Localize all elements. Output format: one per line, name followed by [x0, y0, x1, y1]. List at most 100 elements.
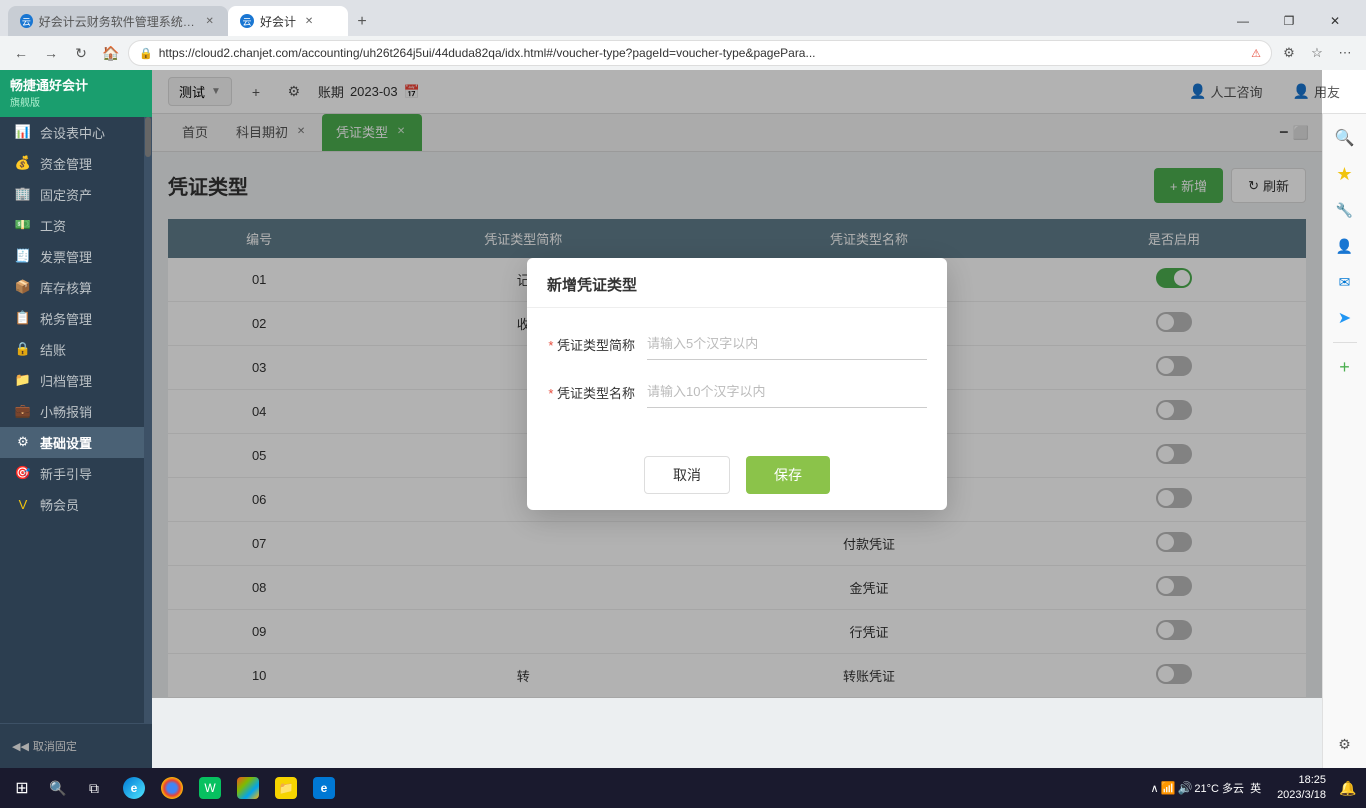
closing-icon: 🔒: [14, 340, 32, 358]
sidebar-item-finance[interactable]: 💰 资金管理: [0, 148, 152, 179]
clock-date: 2023/3/18: [1277, 788, 1326, 803]
full-name-row: 凭证类型名称: [547, 376, 927, 408]
sidebar-item-invoice[interactable]: 🧾 发票管理: [0, 241, 152, 272]
notification-btn[interactable]: 🔔: [1334, 774, 1362, 802]
taskbar-clock: 18:25 2023/3/18: [1269, 773, 1334, 804]
dialog-title: 新增凭证类型: [547, 277, 637, 294]
settings-icon: ⚙: [14, 433, 32, 451]
full-name-label: 凭证类型名称: [547, 383, 647, 402]
sidebar-item-closing[interactable]: 🔒 结账: [0, 334, 152, 365]
security-indicator: ⚠: [1251, 47, 1261, 60]
sidebar-item-inventory[interactable]: 📦 库存核算: [0, 272, 152, 303]
close-btn[interactable]: ✕: [1312, 6, 1358, 36]
browser-tab-2[interactable]: 云 好会计 ✕: [228, 6, 348, 36]
wechat-icon: W: [199, 777, 221, 799]
edge-icon: e: [123, 777, 145, 799]
full-name-input[interactable]: [647, 376, 927, 408]
taskbar-edge2-btn[interactable]: e: [306, 770, 342, 806]
sidebar-item-label-invoice: 发票管理: [40, 247, 92, 266]
right-search-btn[interactable]: 🔍: [1329, 122, 1361, 154]
expense-icon: 💼: [14, 402, 32, 420]
tab-1-label: 好会计云财务软件管理系统_会计: [39, 13, 198, 30]
store-icon: [237, 777, 259, 799]
sidebar-item-label-settings: 基础设置: [40, 433, 92, 452]
start-btn[interactable]: ⊞: [4, 770, 40, 806]
right-settings-btn[interactable]: ⚙: [1329, 728, 1361, 760]
taskbar-wechat-btn[interactable]: W: [192, 770, 228, 806]
collapse-label: 取消固定: [33, 738, 77, 754]
add-voucher-dialog: 新增凭证类型 凭证类型简称 凭证类型名称 取消 保存: [527, 258, 947, 510]
right-plus-btn[interactable]: +: [1329, 351, 1361, 383]
sidebar-item-label-tax: 税务管理: [40, 309, 92, 328]
taskbar-store-btn[interactable]: [230, 770, 266, 806]
sidebar-collapse-btn[interactable]: ◀◀ 取消固定: [8, 732, 144, 760]
sidebar: 畅捷通好会计 旗舰版 📊 会设表中心 💰 资金管理 🏢 固定资产: [0, 70, 152, 768]
extensions-btn[interactable]: ⚙: [1276, 40, 1302, 66]
right-panel: 🔍 ★ 🔧 👤 ✉ ➤ + ⚙: [1322, 114, 1366, 768]
browser-controls: ← → ↻ 🏠 🔒 https://cloud2.chanjet.com/acc…: [0, 36, 1366, 70]
sidebar-nav: 📊 会设表中心 💰 资金管理 🏢 固定资产 💵 工资 🧾 发票管理: [0, 117, 152, 723]
sidebar-item-label-archive: 归档管理: [40, 371, 92, 390]
sidebar-item-label-dashboard: 会设表中心: [40, 123, 105, 142]
sidebar-item-fixed-assets[interactable]: 🏢 固定资产: [0, 179, 152, 210]
weather-display: 21°C 多云: [1194, 780, 1244, 796]
tab-2-favicon: 云: [240, 14, 254, 28]
sidebar-item-label-guide: 新手引导: [40, 464, 92, 483]
sidebar-item-payroll[interactable]: 💵 工资: [0, 210, 152, 241]
short-name-input[interactable]: [647, 328, 927, 360]
right-star-btn[interactable]: ★: [1329, 158, 1361, 190]
forward-btn[interactable]: →: [38, 40, 64, 66]
taskbar-edge-btn[interactable]: e: [116, 770, 152, 806]
refresh-btn[interactable]: ↻: [68, 40, 94, 66]
tab-bar: 云 好会计云财务软件管理系统_会计 ✕ 云 好会计 ✕ + — ❐ ✕: [0, 0, 1366, 36]
taskbar-files-btn[interactable]: 📁: [268, 770, 304, 806]
save-button[interactable]: 保存: [746, 456, 830, 494]
taskbar-chrome-btn[interactable]: [154, 770, 190, 806]
browser-tab-1[interactable]: 云 好会计云财务软件管理系统_会计 ✕: [8, 6, 228, 36]
sidebar-item-label-finance: 资金管理: [40, 154, 92, 173]
right-outlook-btn[interactable]: ✉: [1329, 266, 1361, 298]
tab-1-favicon: 云: [20, 14, 33, 28]
cancel-button[interactable]: 取消: [644, 456, 730, 494]
home-btn[interactable]: 🏠: [98, 40, 124, 66]
bookmark-btn[interactable]: ☆: [1304, 40, 1330, 66]
files-icon: 📁: [275, 777, 297, 799]
maximize-btn[interactable]: ❐: [1266, 6, 1312, 36]
language-indicator: 英: [1250, 780, 1261, 796]
tab-1-close[interactable]: ✕: [203, 14, 216, 28]
sidebar-item-settings[interactable]: ⚙ 基础设置: [0, 427, 152, 458]
right-arrow-btn[interactable]: ➤: [1329, 302, 1361, 334]
right-person-btn[interactable]: 👤: [1329, 230, 1361, 262]
sidebar-item-label-expense: 小畅报销: [40, 402, 92, 421]
taskbar-apps: e W 📁 e: [112, 770, 346, 806]
payroll-icon: 💵: [14, 216, 32, 234]
sidebar-bottom: ◀◀ 取消固定: [0, 723, 152, 768]
minimize-btn[interactable]: —: [1220, 6, 1266, 36]
task-view-btn[interactable]: ⧉: [76, 770, 112, 806]
sidebar-item-label-closing: 结账: [40, 340, 66, 359]
right-tool1-btn[interactable]: 🔧: [1329, 194, 1361, 226]
network-icon: 📶: [1161, 781, 1176, 795]
back-btn[interactable]: ←: [8, 40, 34, 66]
sidebar-item-archive[interactable]: 📁 归档管理: [0, 365, 152, 396]
sidebar-item-expense[interactable]: 💼 小畅报销: [0, 396, 152, 427]
search-taskbar-btn[interactable]: 🔍: [40, 770, 76, 806]
guide-icon: 🎯: [14, 464, 32, 482]
edge2-icon: e: [313, 777, 335, 799]
address-bar[interactable]: 🔒 https://cloud2.chanjet.com/accounting/…: [128, 40, 1272, 66]
sidebar-scrollbar[interactable]: [144, 117, 152, 723]
chrome-icon: [161, 777, 183, 799]
sidebar-scroll-thumb: [145, 117, 151, 157]
more-btn[interactable]: ⋯: [1332, 40, 1358, 66]
new-tab-btn[interactable]: +: [348, 8, 376, 36]
sidebar-item-label-fixed-assets: 固定资产: [40, 185, 92, 204]
sidebar-logo-sub: 旗舰版: [10, 94, 88, 109]
sidebar-header[interactable]: 畅捷通好会计 旗舰版: [0, 70, 152, 117]
tray-expand[interactable]: ∧: [1150, 782, 1158, 795]
tab-2-close[interactable]: ✕: [302, 14, 316, 28]
sidebar-item-member[interactable]: V 畅会员: [0, 489, 152, 520]
sidebar-item-dashboard[interactable]: 📊 会设表中心: [0, 117, 152, 148]
sidebar-item-guide[interactable]: 🎯 新手引导: [0, 458, 152, 489]
short-name-row: 凭证类型简称: [547, 328, 927, 360]
sidebar-item-tax[interactable]: 📋 税务管理: [0, 303, 152, 334]
